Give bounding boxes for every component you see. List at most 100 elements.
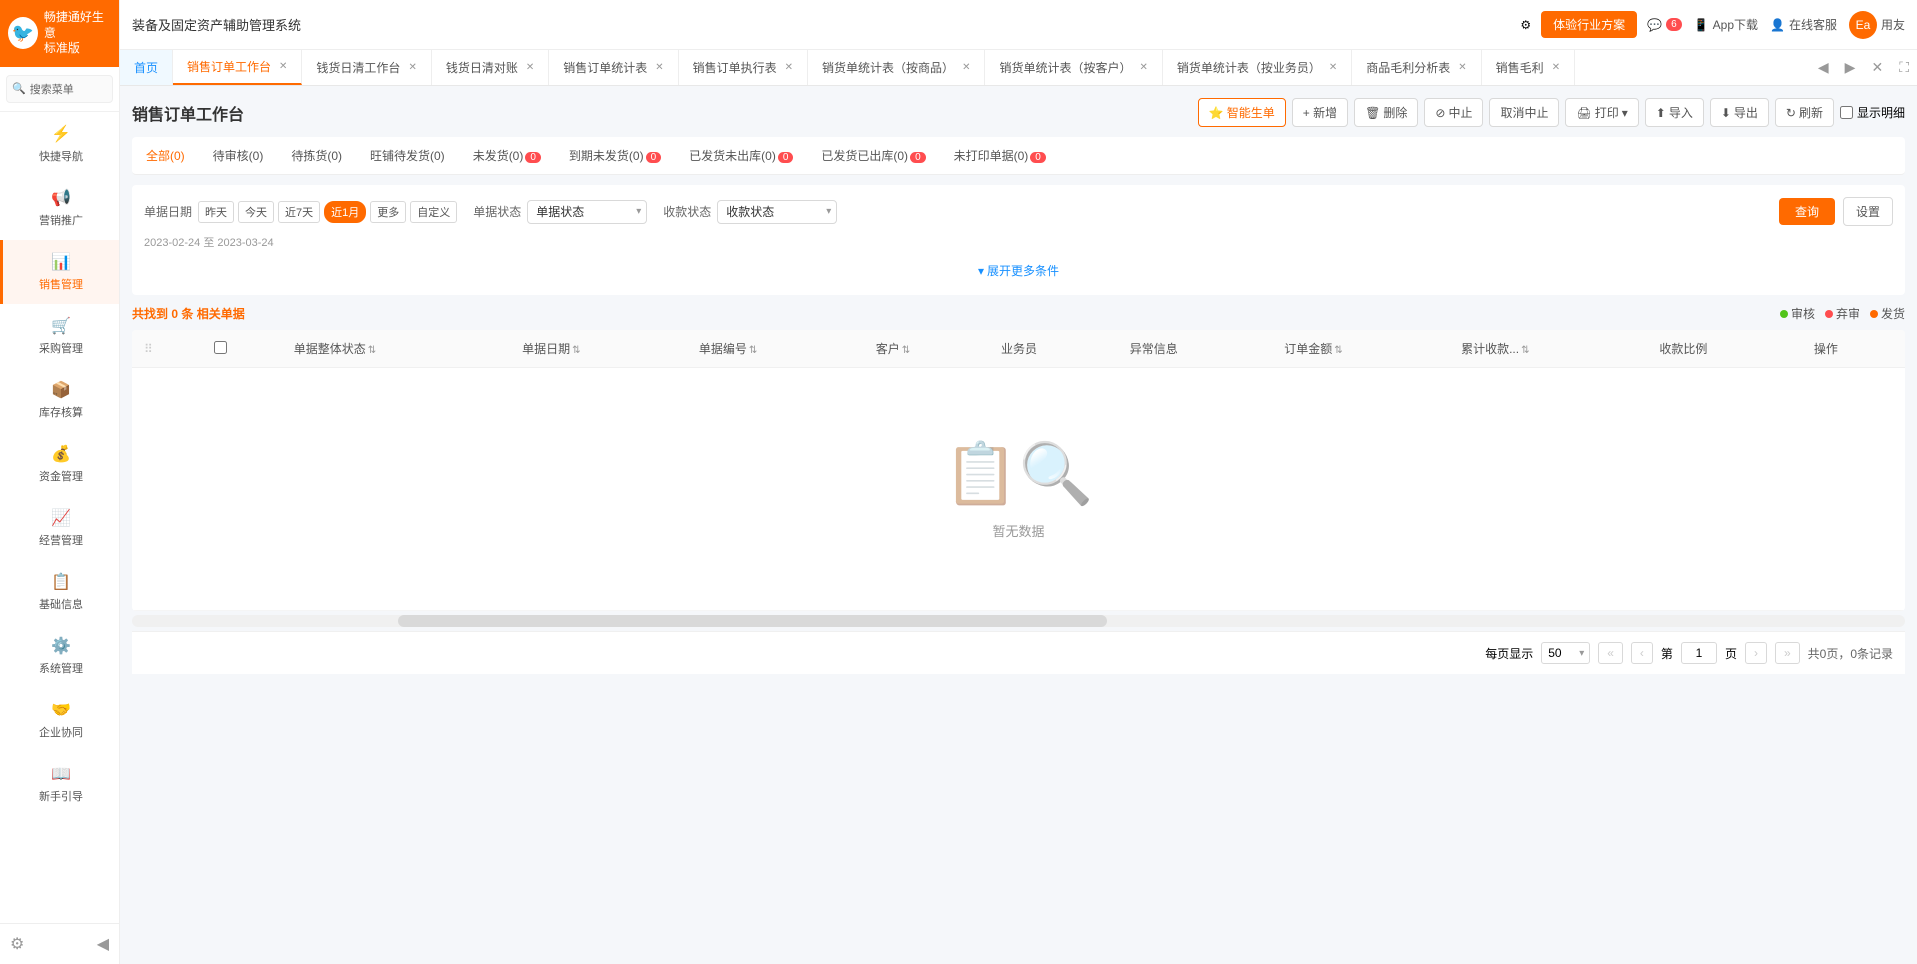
prev-page-button[interactable]: ‹ [1631, 642, 1653, 664]
collapse-icon[interactable]: ◀ [97, 934, 109, 954]
cancel-review-action[interactable]: 弃审 [1825, 305, 1860, 322]
tab-close-goods-stats-staff[interactable]: ✕ [1329, 62, 1337, 73]
tab-goods-stats-product[interactable]: 销货单统计表（按商品）✕ [808, 50, 985, 85]
print-button[interactable]: 🖨 打印 ▾ [1565, 98, 1638, 127]
sidebar-item-marketing[interactable]: 📢营销推广 [0, 176, 119, 240]
tab-close-goods-stats-product[interactable]: ✕ [962, 62, 970, 73]
tab-close-sales-order[interactable]: ✕ [279, 61, 287, 72]
sidebar-bottom: ⚙ ◀ [0, 923, 119, 964]
refresh-button[interactable]: ↻ 刷新 [1775, 98, 1834, 127]
sidebar-item-system[interactable]: ⚙️系统管理 [0, 624, 119, 688]
sidebar-item-guide[interactable]: 📖新手引导 [0, 752, 119, 816]
date-btn-今天[interactable]: 今天 [238, 201, 274, 223]
th-checkbox [202, 330, 281, 368]
tab-fullscreen-button[interactable]: ⛶ [1891, 53, 1917, 82]
ship-action[interactable]: 发货 [1870, 305, 1905, 322]
next-page-button[interactable]: › [1745, 642, 1767, 664]
tab-close-sales-stats[interactable]: ✕ [655, 62, 663, 73]
sidebar-item-operation[interactable]: 📈经营管理 [0, 496, 119, 560]
tab-close-cash-reconcile[interactable]: ✕ [526, 62, 534, 73]
th-collected[interactable]: 累计收款...⇅ [1449, 330, 1647, 368]
tabs-prev-button[interactable]: ◀ [1810, 53, 1837, 82]
horizontal-scrollbar[interactable] [132, 615, 1905, 627]
delete-button[interactable]: 🗑 删除 [1354, 98, 1418, 127]
sidebar-item-sales[interactable]: 📊销售管理 [0, 240, 119, 304]
sub-tab-pending-inspect[interactable]: 待拣货(0) [277, 141, 356, 170]
sidebar-item-quick-nav[interactable]: ⚡快捷导航 [0, 112, 119, 176]
inventory-icon: 📦 [51, 380, 71, 400]
date-btn-更多[interactable]: 更多 [370, 201, 406, 223]
sub-tab-shipped-out[interactable]: 已发货已出库(0)0 [807, 141, 939, 170]
tab-close-goods-margin[interactable]: ✕ [1458, 62, 1466, 73]
last-page-button[interactable]: » [1775, 642, 1800, 664]
th-customer[interactable]: 客户⇅ [864, 330, 989, 368]
show-detail-input[interactable] [1840, 106, 1853, 119]
industry-solution-button[interactable]: 体验行业方案 [1541, 11, 1637, 38]
tab-close-cash-daily[interactable]: ✕ [408, 62, 416, 73]
sidebar-item-finance[interactable]: 💰资金管理 [0, 432, 119, 496]
suspend-button[interactable]: ⊘ 中止 [1424, 98, 1483, 127]
select-all-checkbox[interactable] [214, 341, 227, 354]
search-button[interactable]: 查询 [1779, 198, 1835, 225]
tab-close-all-button[interactable]: ✕ [1863, 53, 1891, 82]
date-btn-近1月[interactable]: 近1月 [324, 201, 366, 223]
tab-sales-order[interactable]: 销售订单工作台✕ [173, 50, 302, 85]
tab-home[interactable]: 首页 [120, 50, 173, 85]
review-action[interactable]: 审核 [1780, 305, 1815, 322]
sidebar-item-basic-info[interactable]: 📋基础信息 [0, 560, 119, 624]
app-download-button[interactable]: 📱 App下载 [1694, 16, 1758, 33]
tab-close-sales-exec[interactable]: ✕ [785, 62, 793, 73]
sub-tab-all[interactable]: 全部(0) [132, 141, 199, 170]
tab-goods-stats-customer[interactable]: 销货单统计表（按客户）✕ [985, 50, 1162, 85]
date-btn-昨天[interactable]: 昨天 [198, 201, 234, 223]
filter-setting-button[interactable]: 设置 [1843, 197, 1893, 226]
sub-tab-expired-not-shipped[interactable]: 到期未发货(0)0 [555, 141, 675, 170]
th-ratio: 收款比例 [1647, 330, 1802, 368]
sub-tab-pending-review[interactable]: 待审核(0) [199, 141, 278, 170]
th-status[interactable]: 单据整体状态⇅ [282, 330, 510, 368]
date-btn-近7天[interactable]: 近7天 [278, 201, 320, 223]
tab-goods-stats-staff[interactable]: 销货单统计表（按业务员）✕ [1163, 50, 1352, 85]
page-input[interactable] [1681, 642, 1717, 664]
online-service-button[interactable]: 👤 在线客服 [1770, 16, 1837, 33]
header-settings-icon[interactable]: ⚙ [1520, 18, 1531, 32]
search-menu-button[interactable]: 🔍 搜索菜单 [6, 75, 113, 103]
cancel-suspend-button[interactable]: 取消中止 [1489, 98, 1559, 127]
import-button[interactable]: ⬆ 导入 [1645, 98, 1704, 127]
tab-close-sales-more[interactable]: ✕ [1552, 62, 1560, 73]
sub-tab-wangpu-ship[interactable]: 旺铺待发货(0) [356, 141, 459, 170]
settings-icon[interactable]: ⚙ [10, 934, 24, 954]
sidebar-item-cooperation[interactable]: 🤝企业协同 [0, 688, 119, 752]
sidebar-search[interactable]: 🔍 搜索菜单 [0, 67, 119, 112]
scrollbar-thumb[interactable] [398, 615, 1107, 627]
tab-cash-reconcile[interactable]: 钱货日清对账✕ [432, 50, 549, 85]
first-page-button[interactable]: « [1598, 642, 1623, 664]
th-amount[interactable]: 订单金额⇅ [1272, 330, 1449, 368]
sidebar-item-inventory[interactable]: 📦库存核算 [0, 368, 119, 432]
tab-close-goods-stats-customer[interactable]: ✕ [1139, 62, 1147, 73]
message-button[interactable]: 💬 6 [1647, 18, 1682, 32]
sub-tab-shipped-not-out[interactable]: 已发货未出库(0)0 [675, 141, 807, 170]
show-detail-checkbox[interactable]: 显示明细 [1840, 104, 1905, 121]
expand-filters-button[interactable]: ▾ 展开更多条件 [970, 258, 1067, 283]
smart-create-button[interactable]: ⭐ 智能生单 [1198, 98, 1286, 127]
tab-goods-margin[interactable]: 商品毛利分析表✕ [1352, 50, 1481, 85]
user-menu-button[interactable]: Ea 用友 [1849, 11, 1905, 39]
sub-tab-not-printed[interactable]: 未打印单据(0)0 [940, 141, 1060, 170]
th-number[interactable]: 单据编号⇅ [687, 330, 864, 368]
tabs-next-button[interactable]: ▶ [1837, 53, 1864, 82]
status-select[interactable]: 单据状态 [527, 200, 647, 224]
per-page-select[interactable]: 50 10 20 100 [1541, 642, 1590, 664]
th-date[interactable]: 单据日期⇅ [510, 330, 687, 368]
tab-sales-stats[interactable]: 销售订单统计表✕ [549, 50, 678, 85]
sub-tab-not-shipped[interactable]: 未发货(0)0 [459, 141, 555, 170]
tab-cash-daily[interactable]: 钱货日清工作台✕ [302, 50, 431, 85]
tab-sales-exec[interactable]: 销售订单执行表✕ [679, 50, 808, 85]
add-button[interactable]: + 新增 [1292, 98, 1348, 127]
export-button[interactable]: ⬇ 导出 [1710, 98, 1769, 127]
payment-select[interactable]: 收款状态 [717, 200, 837, 224]
date-btn-自定义[interactable]: 自定义 [410, 201, 457, 223]
sidebar-item-purchase[interactable]: 🛒采购管理 [0, 304, 119, 368]
delete-icon: 🗑 [1365, 106, 1380, 120]
tab-sales-more[interactable]: 销售毛利✕ [1482, 50, 1575, 85]
